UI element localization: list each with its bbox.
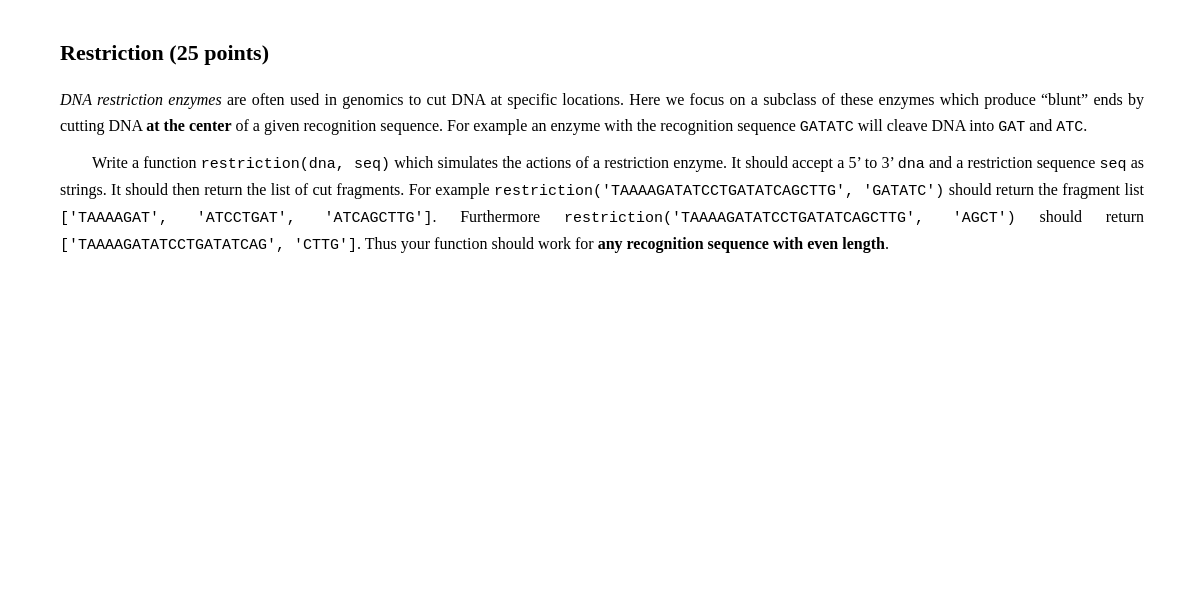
paragraph-1: DNA restriction enzymes are often used i…: [60, 87, 1144, 140]
paragraph-2: Write a function restriction(dna, seq) w…: [60, 150, 1144, 258]
section-title: Restriction (25 points): [60, 36, 1144, 69]
p2-text9: .: [885, 235, 889, 252]
dna-restriction-italic: DNA restriction enzymes: [60, 91, 222, 108]
p1-text4: and: [1025, 117, 1056, 134]
p2-code3: seq: [1099, 156, 1126, 173]
p2-text2: which simulates the actions of a restric…: [390, 154, 898, 171]
p1-code3: ATC: [1056, 119, 1083, 136]
p2-code1: restriction(dna, seq): [201, 156, 390, 173]
p2-code5: ['TAAAAGAT', 'ATCCTGAT', 'ATCAGCTTG']: [60, 210, 432, 227]
p2-text3: and a restriction sequence: [925, 154, 1100, 171]
p1-code1: GATATC: [800, 119, 854, 136]
p2-text1: Write a function: [92, 154, 201, 171]
p2-code7: ['TAAAAGATATCCTGATATCAG', 'CTTG']: [60, 237, 357, 254]
p1-text3: will cleave DNA into: [854, 117, 998, 134]
p1-text5: .: [1083, 117, 1087, 134]
p2-text6: . Furthermore: [432, 208, 563, 225]
p1-bold1: at the center: [146, 117, 231, 134]
p2-bold1: any recognition sequence with even lengt…: [598, 235, 885, 252]
p2-code4: restriction('TAAAAGATATCCTGATATCAGCTTG',…: [494, 183, 944, 200]
p2-text5: should return the fragment list: [944, 181, 1144, 198]
p1-code2: GAT: [998, 119, 1025, 136]
p2-code6: restriction('TAAAAGATATCCTGATATCAGCTTG',…: [564, 210, 1016, 227]
p2-text7: should return: [1016, 208, 1144, 225]
p2-text8: . Thus your function should work for: [357, 235, 598, 252]
p1-text2: of a given recognition sequence. For exa…: [232, 117, 800, 134]
p2-code2: dna: [898, 156, 925, 173]
page-container: Restriction (25 points) DNA restriction …: [0, 0, 1204, 599]
